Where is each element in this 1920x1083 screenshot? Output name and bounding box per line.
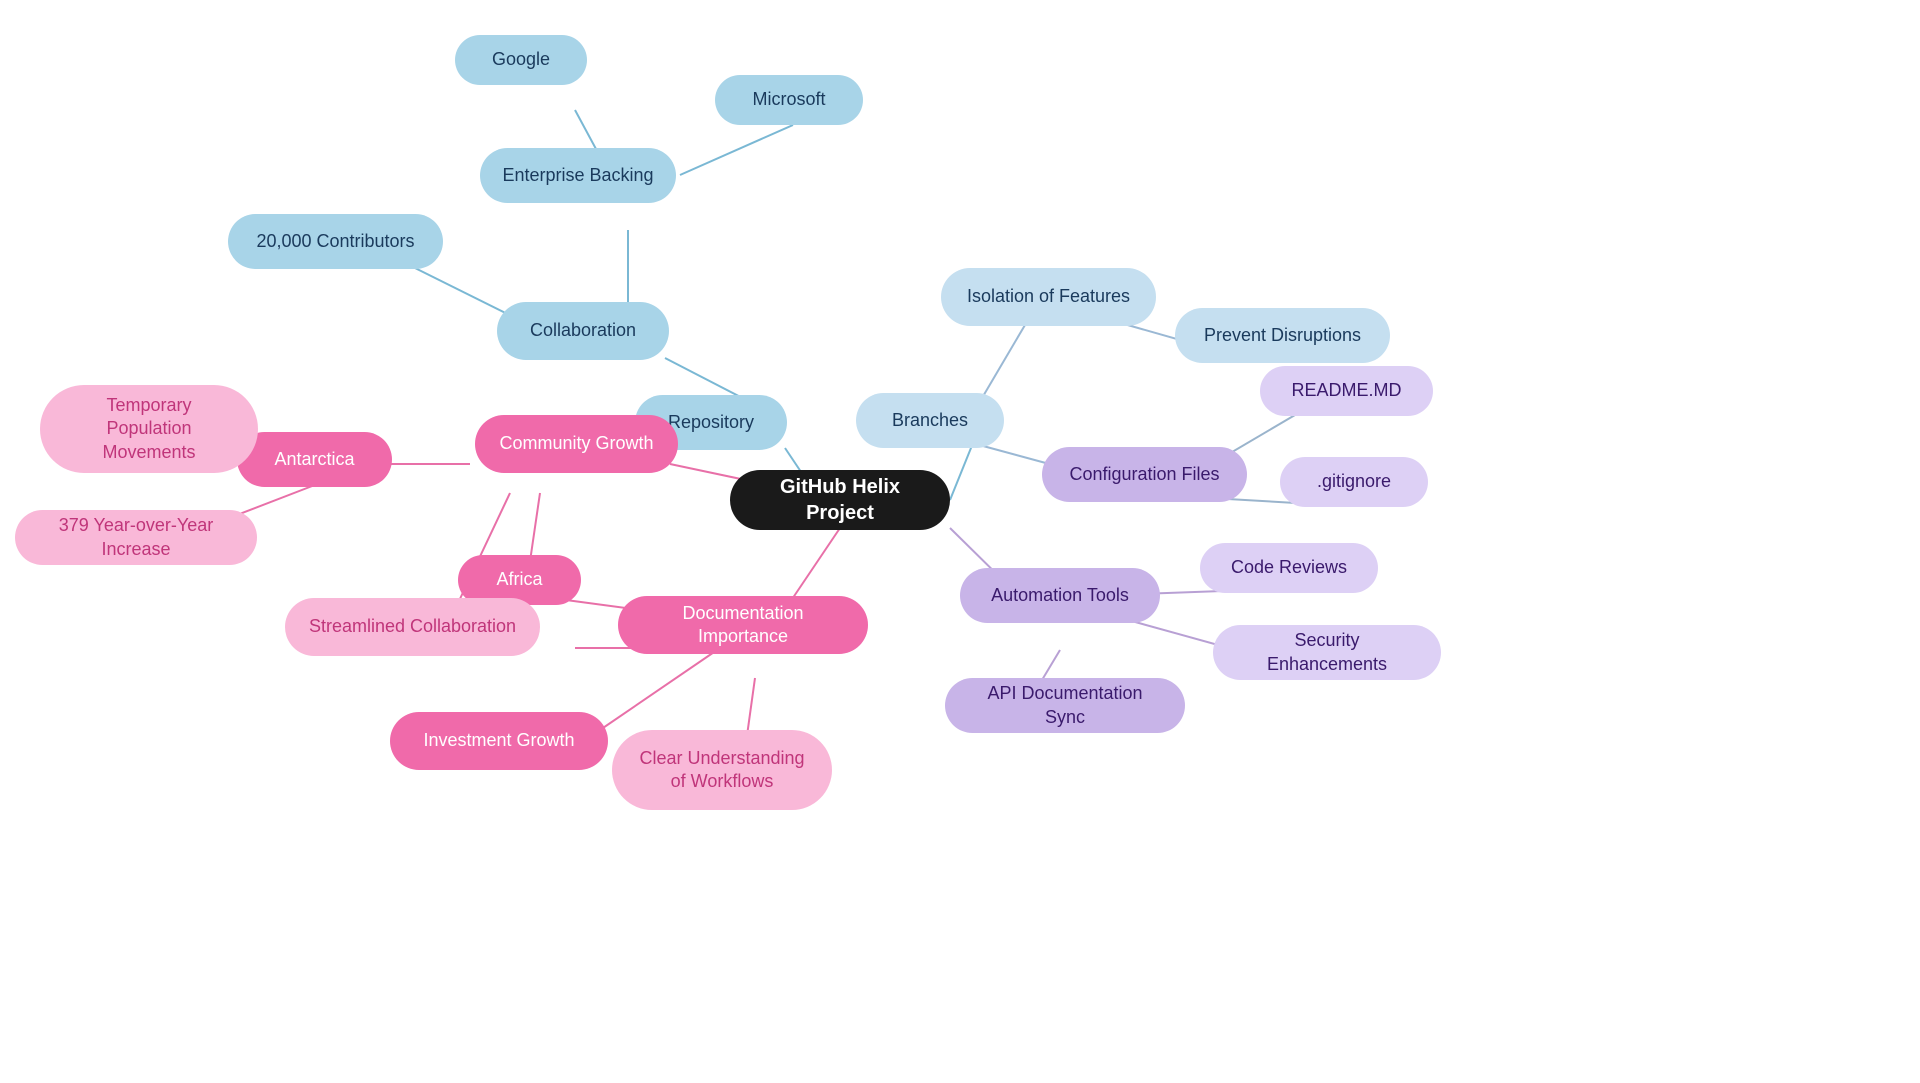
- community-growth-label: Community Growth: [499, 432, 653, 455]
- node-yoy-increase[interactable]: 379 Year-over-Year Increase: [15, 510, 257, 565]
- node-microsoft[interactable]: Microsoft: [715, 75, 863, 125]
- node-temp-pop[interactable]: Temporary Population Movements: [40, 385, 258, 473]
- contributors-label: 20,000 Contributors: [256, 230, 414, 253]
- temp-pop-label: Temporary Population Movements: [62, 394, 236, 464]
- node-streamlined[interactable]: Streamlined Collaboration: [285, 598, 540, 656]
- google-label: Google: [492, 48, 550, 71]
- investment-label: Investment Growth: [423, 729, 574, 752]
- automation-label: Automation Tools: [991, 584, 1129, 607]
- node-doc-importance[interactable]: Documentation Importance: [618, 596, 868, 654]
- node-antarctica[interactable]: Antarctica: [237, 432, 392, 487]
- center-node: GitHub Helix Project: [730, 470, 950, 530]
- config-files-label: Configuration Files: [1069, 463, 1219, 486]
- clear-understanding-label: Clear Understanding of Workflows: [634, 747, 810, 794]
- node-config-files[interactable]: Configuration Files: [1042, 447, 1247, 502]
- antarctica-label: Antarctica: [274, 448, 354, 471]
- collaboration-label: Collaboration: [530, 319, 636, 342]
- code-reviews-label: Code Reviews: [1231, 556, 1347, 579]
- node-collaboration[interactable]: Collaboration: [497, 302, 669, 360]
- readme-label: README.MD: [1291, 379, 1401, 402]
- node-google[interactable]: Google: [455, 35, 587, 85]
- security-label: Security Enhancements: [1235, 629, 1419, 676]
- node-contributors[interactable]: 20,000 Contributors: [228, 214, 443, 269]
- node-isolation[interactable]: Isolation of Features: [941, 268, 1156, 326]
- node-branches[interactable]: Branches: [856, 393, 1004, 448]
- node-code-reviews[interactable]: Code Reviews: [1200, 543, 1378, 593]
- node-automation[interactable]: Automation Tools: [960, 568, 1160, 623]
- node-investment[interactable]: Investment Growth: [390, 712, 608, 770]
- isolation-label: Isolation of Features: [967, 285, 1130, 308]
- node-community-growth[interactable]: Community Growth: [475, 415, 678, 473]
- node-api-doc[interactable]: API Documentation Sync: [945, 678, 1185, 733]
- node-gitignore[interactable]: .gitignore: [1280, 457, 1428, 507]
- center-label: GitHub Helix Project: [752, 474, 928, 526]
- api-doc-label: API Documentation Sync: [967, 682, 1163, 729]
- streamlined-label: Streamlined Collaboration: [309, 615, 516, 638]
- enterprise-backing-label: Enterprise Backing: [502, 164, 653, 187]
- gitignore-label: .gitignore: [1317, 470, 1391, 493]
- yoy-increase-label: 379 Year-over-Year Increase: [37, 514, 235, 561]
- prevent-label: Prevent Disruptions: [1204, 324, 1361, 347]
- node-security[interactable]: Security Enhancements: [1213, 625, 1441, 680]
- node-prevent[interactable]: Prevent Disruptions: [1175, 308, 1390, 363]
- branches-label: Branches: [892, 409, 968, 432]
- node-readme[interactable]: README.MD: [1260, 366, 1433, 416]
- doc-importance-label: Documentation Importance: [640, 602, 846, 649]
- africa-label: Africa: [496, 568, 542, 591]
- node-clear-understanding[interactable]: Clear Understanding of Workflows: [612, 730, 832, 810]
- node-enterprise-backing[interactable]: Enterprise Backing: [480, 148, 676, 203]
- microsoft-label: Microsoft: [752, 88, 825, 111]
- repository-label: Repository: [668, 411, 754, 434]
